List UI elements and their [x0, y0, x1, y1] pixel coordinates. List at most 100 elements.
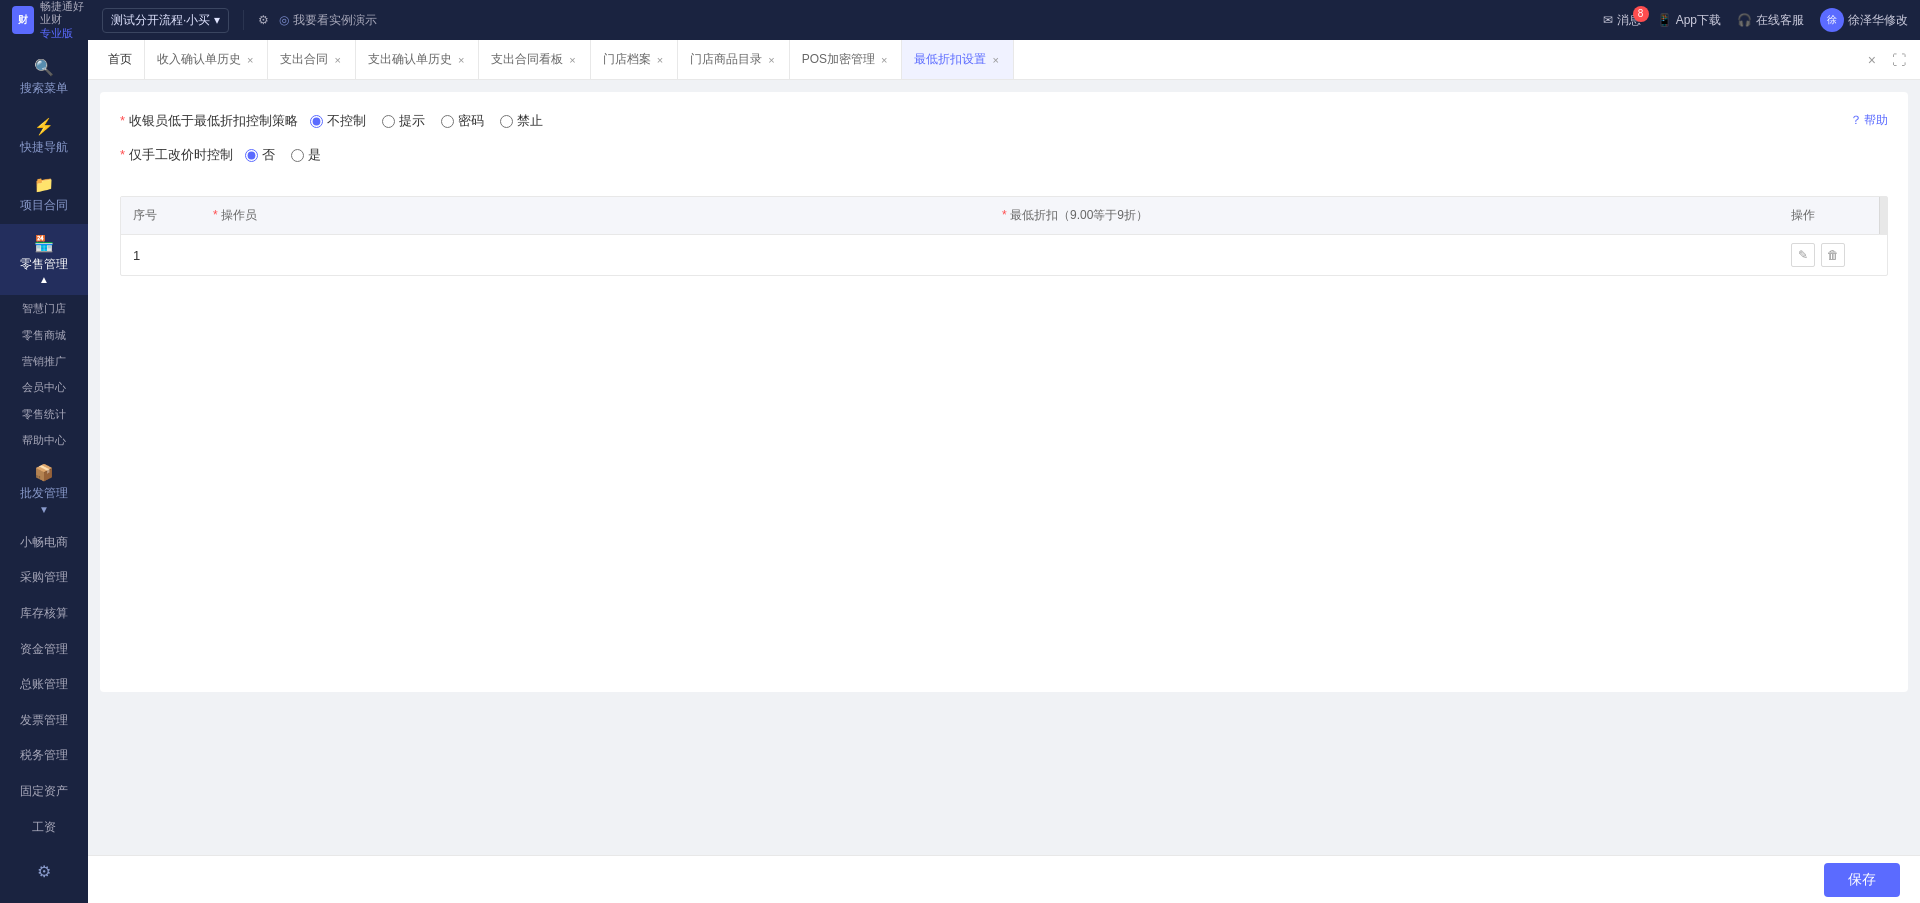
tab-store-product-close[interactable]: ×: [766, 52, 776, 68]
help-link[interactable]: ？ 帮助: [1850, 112, 1888, 129]
tab-store-product[interactable]: 门店商品目录 ×: [678, 40, 789, 80]
manual-price-row: 仅手工改价时控制 否 是: [120, 146, 543, 164]
sidebar-item-online-store[interactable]: 零售商城: [0, 322, 88, 348]
tab-store-file[interactable]: 门店档案 ×: [591, 40, 678, 80]
radio-remind[interactable]: 提示: [382, 112, 425, 130]
tab-home[interactable]: 首页: [96, 40, 145, 80]
sidebar-item-help[interactable]: 帮助中心: [0, 427, 88, 453]
sidebar-item-search[interactable]: 🔍 搜索菜单: [0, 48, 88, 107]
topbar-right: ✉ 消息 8 📱 App下载 🎧 在线客服 徐 徐泽华修改: [1603, 8, 1908, 32]
tab-payment-confirm-history-close[interactable]: ×: [456, 52, 466, 68]
sidebar-item-retail[interactable]: 🏪 零售管理 ▲: [0, 224, 88, 296]
tab-income-history[interactable]: 收入确认单历史 ×: [145, 40, 268, 80]
tab-payment-contract[interactable]: 支出合同 ×: [268, 40, 355, 80]
quicknav-icon: ⚡: [34, 117, 54, 136]
messages-button[interactable]: ✉ 消息 8: [1603, 12, 1641, 29]
tab-min-discount-close[interactable]: ×: [990, 52, 1000, 68]
page-content: 收银员低于最低折扣控制策略 不控制 提示: [88, 80, 1920, 855]
tab-payment-contract-close[interactable]: ×: [332, 52, 342, 68]
bottom-bar: 保存: [88, 855, 1920, 903]
tab-payment-contract-label: 支出合同: [280, 51, 328, 68]
tab-store-product-label: 门店商品目录: [690, 51, 762, 68]
sidebar-label-accounting: 总账管理: [20, 677, 68, 693]
radio-yes-input[interactable]: [291, 149, 304, 162]
sidebar-item-inventory[interactable]: 库存核算: [0, 596, 88, 632]
radio-password-input[interactable]: [441, 115, 454, 128]
sidebar-item-project[interactable]: 📁 项目合同: [0, 165, 88, 224]
sidebar-item-wholesale[interactable]: 📦 批发管理 ▼: [0, 453, 88, 525]
project-selector[interactable]: 测试分开流程·小买 ▾: [102, 8, 229, 33]
sidebar-label-smart-store: 智慧门店: [22, 301, 66, 315]
sidebar-item-quicknav[interactable]: ⚡ 快捷导航: [0, 107, 88, 166]
message-icon: ✉: [1603, 13, 1613, 27]
radio-forbidden-label: 禁止: [517, 112, 543, 130]
tab-pos-password-label: POS加密管理: [802, 51, 875, 68]
radio-no-control-input[interactable]: [310, 115, 323, 128]
sidebar-item-purchase[interactable]: 采购管理: [0, 560, 88, 596]
project-name: 测试分开流程·小买: [111, 12, 210, 29]
sidebar: 🔍 搜索菜单 ⚡ 快捷导航 📁 项目合同 🏪 零售管理 ▲ 智慧门店 零售商城 …: [0, 40, 88, 903]
radio-remind-input[interactable]: [382, 115, 395, 128]
radio-password[interactable]: 密码: [441, 112, 484, 130]
user-menu[interactable]: 徐 徐泽华修改: [1820, 8, 1908, 32]
online-service-button[interactable]: 🎧 在线客服: [1737, 12, 1804, 29]
sidebar-item-invoice[interactable]: 发票管理: [0, 703, 88, 739]
radio-no-control[interactable]: 不控制: [310, 112, 366, 130]
radio-no[interactable]: 否: [245, 146, 275, 164]
th-discount-label: 最低折扣（9.00等于9折）: [1010, 208, 1148, 222]
help-label: 帮助: [1864, 112, 1888, 129]
sidebar-label-retail-stats: 零售统计: [22, 407, 66, 421]
tab-pos-password[interactable]: POS加密管理 ×: [790, 40, 903, 80]
th-discount: * 最低折扣（9.00等于9折）: [990, 197, 1779, 234]
td-operator-1: [201, 247, 990, 263]
settings-button[interactable]: ⚙: [27, 852, 61, 891]
sidebar-item-ecommerce[interactable]: 小畅电商: [0, 525, 88, 561]
main-layout: 🔍 搜索菜单 ⚡ 快捷导航 📁 项目合同 🏪 零售管理 ▲ 智慧门店 零售商城 …: [0, 40, 1920, 903]
settings-icon-topbar[interactable]: ⚙: [258, 13, 269, 27]
tab-income-history-close[interactable]: ×: [245, 52, 255, 68]
td-seq-1: 1: [121, 240, 201, 271]
operator-required-star: *: [213, 208, 218, 222]
row-edit-button[interactable]: ✎: [1791, 243, 1815, 267]
radio-yes-label: 是: [308, 146, 321, 164]
tab-close-all-button[interactable]: ×: [1862, 48, 1882, 72]
radio-no-input[interactable]: [245, 149, 258, 162]
headset-icon: 🎧: [1737, 13, 1752, 27]
radio-forbidden[interactable]: 禁止: [500, 112, 543, 130]
user-avatar: 徐: [1820, 8, 1844, 32]
demo-text: 我要看实例演示: [293, 12, 377, 29]
sidebar-item-member[interactable]: 会员中心: [0, 374, 88, 400]
tab-payment-board-close[interactable]: ×: [567, 52, 577, 68]
radio-forbidden-input[interactable]: [500, 115, 513, 128]
sidebar-item-marketing[interactable]: 营销推广: [0, 348, 88, 374]
sidebar-item-accounting[interactable]: 总账管理: [0, 667, 88, 703]
manual-price-label: 仅手工改价时控制: [120, 146, 233, 164]
tab-payment-confirm-history-label: 支出确认单历史: [368, 51, 452, 68]
demo-link[interactable]: ◎ 我要看实例演示: [279, 12, 377, 29]
sidebar-item-tax[interactable]: 税务管理: [0, 738, 88, 774]
save-button[interactable]: 保存: [1824, 863, 1900, 897]
sidebar-item-retail-stats[interactable]: 零售统计: [0, 401, 88, 427]
sidebar-item-funds[interactable]: 资金管理: [0, 632, 88, 668]
th-operator: * 操作员: [201, 197, 990, 234]
tab-payment-board[interactable]: 支出合同看板 ×: [479, 40, 590, 80]
sidebar-item-fixed-assets[interactable]: 固定资产: [0, 774, 88, 810]
tab-pos-password-close[interactable]: ×: [879, 52, 889, 68]
tabbar: 首页 收入确认单历史 × 支出合同 × 支出确认单历史 × 支出合同看板 × 门…: [88, 40, 1920, 80]
table-row: 1 ✎ 🗑: [121, 235, 1887, 275]
tab-home-label: 首页: [108, 51, 132, 68]
tab-store-file-close[interactable]: ×: [655, 52, 665, 68]
radio-yes[interactable]: 是: [291, 146, 321, 164]
logo-text: 畅捷通好业财 专业版: [40, 0, 92, 40]
search-icon: 🔍: [34, 58, 54, 77]
sidebar-item-smart-store[interactable]: 智慧门店: [0, 295, 88, 321]
content-area: 首页 收入确认单历史 × 支出合同 × 支出确认单历史 × 支出合同看板 × 门…: [88, 40, 1920, 903]
tab-min-discount[interactable]: 最低折扣设置 ×: [902, 40, 1013, 80]
sidebar-item-salary[interactable]: 工资: [0, 810, 88, 846]
tab-expand-button[interactable]: ⛶: [1886, 48, 1912, 72]
retail-icon: 🏪: [34, 234, 54, 253]
app-download-button[interactable]: 📱 App下载: [1657, 12, 1721, 29]
tab-payment-confirm-history[interactable]: 支出确认单历史 ×: [356, 40, 479, 80]
row-delete-button[interactable]: 🗑: [1821, 243, 1845, 267]
sidebar-label-wholesale: 批发管理: [20, 486, 68, 502]
